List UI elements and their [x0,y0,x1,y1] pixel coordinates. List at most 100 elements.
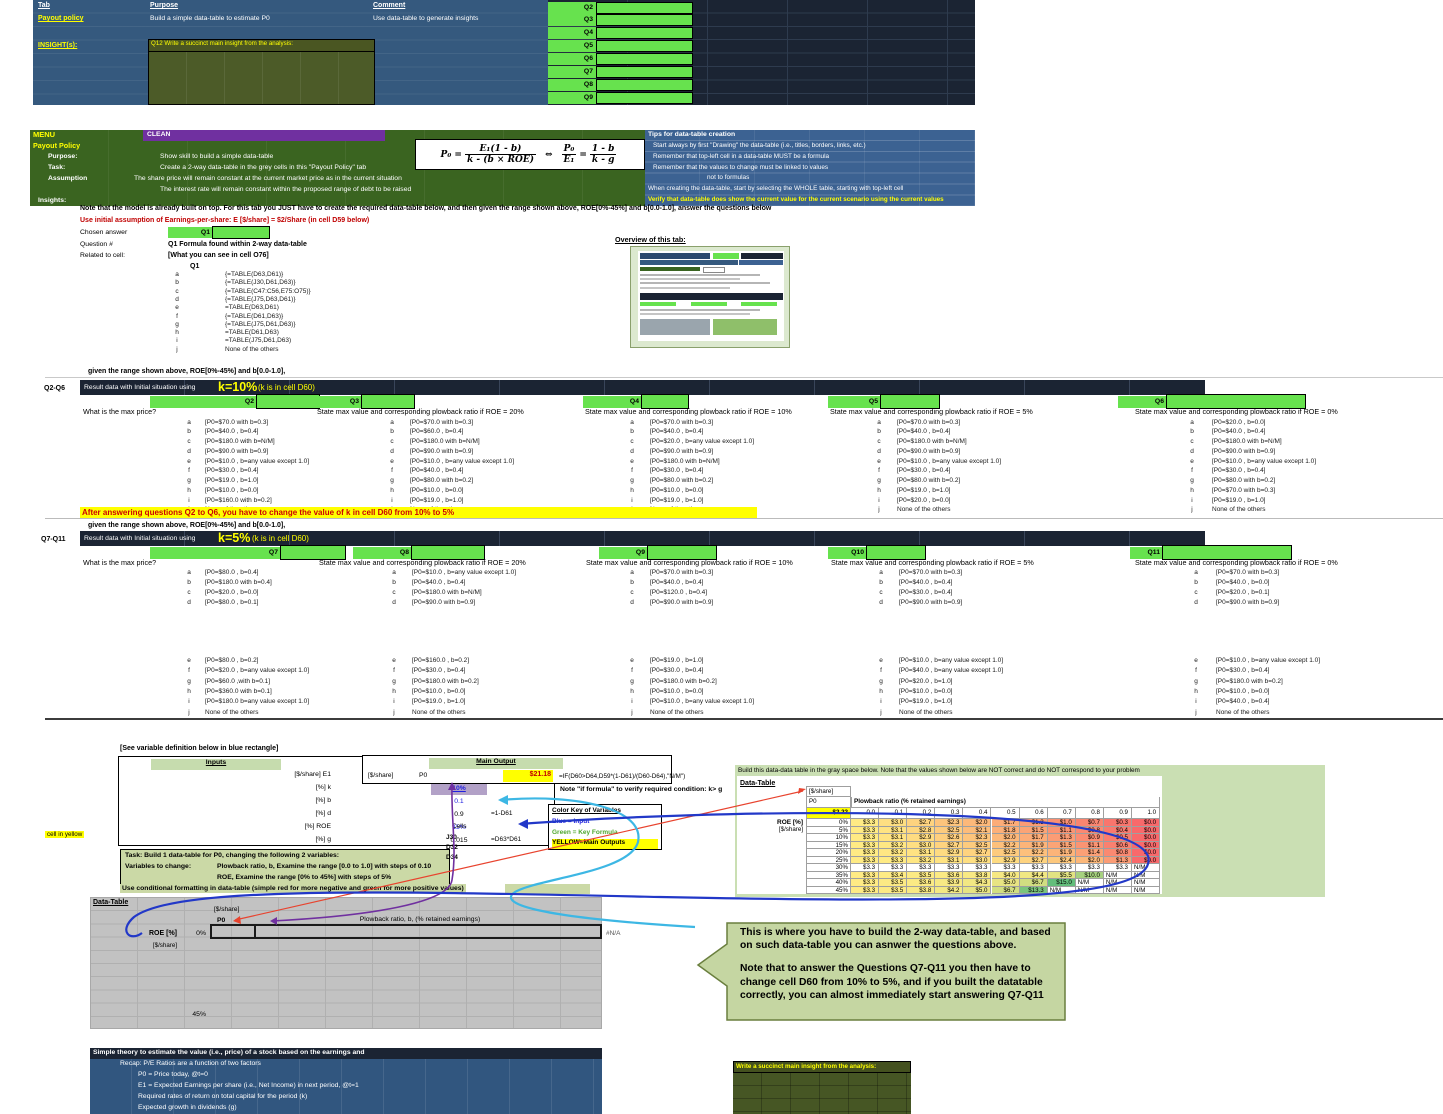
example-cell-45%-0.9[interactable]: N/M [1103,886,1132,894]
example-cell-45%-0.1[interactable]: $3.5 [879,886,908,894]
example-cell-0%-0.0[interactable]: $3.3 [851,819,880,827]
example-cell-10%-0.7[interactable]: $1.3 [1047,834,1076,842]
example-cell-15%-0.7[interactable]: $1.5 [1047,841,1076,849]
example-cell-10%-0.6[interactable]: $1.7 [1019,834,1048,842]
answer-cell-Q5[interactable] [596,40,693,53]
example-cell-10%-0.9[interactable]: $0.5 [1103,834,1132,842]
example-cell-15%-0.0[interactable]: $3.3 [851,841,880,849]
example-cell-10%-0.3[interactable]: $2.6 [935,834,964,842]
example-cell-45%-0.7[interactable]: N/M [1047,886,1076,894]
example-cell-10%-0.0[interactable]: $3.3 [851,834,880,842]
example-cell-20%-0.3[interactable]: $2.9 [935,849,964,857]
answer-cell-Q1[interactable] [212,226,270,239]
example-cell-20%-0.6[interactable]: $2.2 [1019,849,1048,857]
example-cell-35%-0.7[interactable]: $5.5 [1047,871,1076,879]
example-cell-20%-0.8[interactable]: $1.4 [1075,849,1104,857]
example-cell-15%-1.0[interactable]: $0.0 [1132,841,1161,849]
example-cell-20%-0.1[interactable]: $3.2 [879,849,908,857]
example-cell-35%-0.1[interactable]: $3.4 [879,871,908,879]
example-cell-35%-0.9[interactable]: N/M [1103,871,1132,879]
example-cell-10%-0.2[interactable]: $2.9 [907,834,936,842]
example-cell-35%-0.2[interactable]: $3.5 [907,871,936,879]
example-cell-15%-0.2[interactable]: $3.0 [907,841,936,849]
example-cell-25%-0.4[interactable]: $3.0 [963,856,992,864]
example-cell-15%-0.1[interactable]: $3.2 [879,841,908,849]
example-cell-20%-1.0[interactable]: $0.0 [1132,849,1161,857]
example-cell-30%-0.5[interactable]: $3.3 [991,864,1020,872]
tab-link-payout-policy[interactable]: Payout policy [38,15,84,23]
example-cell-0%-0.7[interactable]: $1.0 [1047,819,1076,827]
example-cell-45%-0.5[interactable]: $6.7 [991,886,1020,894]
example-cell-25%-0.2[interactable]: $3.2 [907,856,936,864]
answer-cell-Q2[interactable] [256,394,320,409]
input-value-2[interactable]: 0.1 [431,796,487,808]
example-cell-40%-0.6[interactable]: $6.7 [1019,879,1048,887]
example-cell-45%-0.8[interactable]: N/M [1075,886,1104,894]
example-cell-10%-1.0[interactable]: $0.0 [1132,834,1161,842]
example-cell-0%-0.2[interactable]: $2.7 [907,819,936,827]
example-cell-30%-0.4[interactable]: $3.3 [963,864,992,872]
example-cell-20%-0.0[interactable]: $3.3 [851,849,880,857]
example-cell-5%-0.0[interactable]: $3.3 [851,826,880,834]
example-cell-10%-0.4[interactable]: $2.3 [963,834,992,842]
example-cell-45%-0.3[interactable]: $4.2 [935,886,964,894]
example-cell-20%-0.7[interactable]: $1.9 [1047,849,1076,857]
example-cell-10%-0.8[interactable]: $0.9 [1075,834,1104,842]
example-cell-15%-0.5[interactable]: $2.2 [991,841,1020,849]
example-cell-5%-0.5[interactable]: $1.8 [991,826,1020,834]
example-cell-0%-0.8[interactable]: $0.7 [1075,819,1104,827]
example-cell-40%-0.2[interactable]: $3.6 [907,879,936,887]
example-cell-35%-1.0[interactable]: N/M [1132,871,1161,879]
example-cell-40%-0.0[interactable]: $3.3 [851,879,880,887]
example-cell-5%-0.4[interactable]: $2.1 [963,826,992,834]
answer-cell-Q4[interactable] [596,27,693,40]
example-cell-25%-0.1[interactable]: $3.3 [879,856,908,864]
example-cell-40%-0.7[interactable]: $15.0 [1047,879,1076,887]
example-cell-25%-0.9[interactable]: $1.3 [1103,856,1132,864]
example-cell-30%-0.9[interactable]: $3.3 [1103,864,1132,872]
input-value-5[interactable]: 0.015 [431,835,487,847]
example-cell-5%-0.8[interactable]: $0.8 [1075,826,1104,834]
answer-cell-Q6[interactable] [596,53,693,66]
example-cell-45%-0.4[interactable]: $5.0 [963,886,992,894]
example-cell-5%-1.0[interactable]: $0.0 [1132,826,1161,834]
input-value-1[interactable]: 10% [431,783,487,795]
example-cell-30%-0.6[interactable]: $3.3 [1019,864,1048,872]
example-cell-25%-0.5[interactable]: $2.9 [991,856,1020,864]
example-cell-5%-0.3[interactable]: $2.5 [935,826,964,834]
example-cell-45%-0.0[interactable]: $3.3 [851,886,880,894]
example-cell-35%-0.8[interactable]: $10.0 [1075,871,1104,879]
example-cell-45%-0.6[interactable]: $13.3 [1019,886,1048,894]
example-cell-25%-0.6[interactable]: $2.7 [1019,856,1048,864]
example-cell-40%-0.3[interactable]: $3.9 [935,879,964,887]
example-cell-15%-0.9[interactable]: $0.6 [1103,841,1132,849]
answer-cell-Q3[interactable] [596,14,693,27]
example-cell-0%-0.4[interactable]: $2.0 [963,819,992,827]
example-cell-30%-0.2[interactable]: $3.3 [907,864,936,872]
example-cell-40%-0.4[interactable]: $4.3 [963,879,992,887]
example-cell-5%-0.6[interactable]: $1.5 [1019,826,1048,834]
example-cell-30%-0.8[interactable]: $3.3 [1075,864,1104,872]
example-cell-0%-0.6[interactable]: $1.3 [1019,819,1048,827]
example-cell-40%-0.9[interactable]: N/M [1103,879,1132,887]
example-cell-30%-1.0[interactable]: N/M [1132,864,1161,872]
example-cell-15%-0.3[interactable]: $2.7 [935,841,964,849]
example-cell-20%-0.5[interactable]: $2.5 [991,849,1020,857]
answer-cell-Q9[interactable] [596,91,693,104]
example-cell-10%-0.1[interactable]: $3.1 [879,834,908,842]
example-cell-5%-0.7[interactable]: $1.1 [1047,826,1076,834]
example-cell-15%-0.6[interactable]: $1.9 [1019,841,1048,849]
example-cell-20%-0.9[interactable]: $0.8 [1103,849,1132,857]
example-cell-25%-0.3[interactable]: $3.1 [935,856,964,864]
answer-cell-Q2[interactable] [596,1,693,14]
example-cell-20%-0.2[interactable]: $3.1 [907,849,936,857]
answer-cell-Q7[interactable] [596,66,693,78]
example-cell-40%-0.5[interactable]: $5.0 [991,879,1020,887]
example-cell-35%-0.0[interactable]: $3.3 [851,871,880,879]
example-cell-5%-0.2[interactable]: $2.8 [907,826,936,834]
example-cell-40%-1.0[interactable]: N/M [1132,879,1161,887]
example-cell-5%-0.1[interactable]: $3.1 [879,826,908,834]
example-cell-0%-0.9[interactable]: $0.3 [1103,819,1132,827]
example-cell-25%-1.0[interactable]: $0.0 [1132,856,1161,864]
answer-cell-Q8[interactable] [596,78,693,91]
